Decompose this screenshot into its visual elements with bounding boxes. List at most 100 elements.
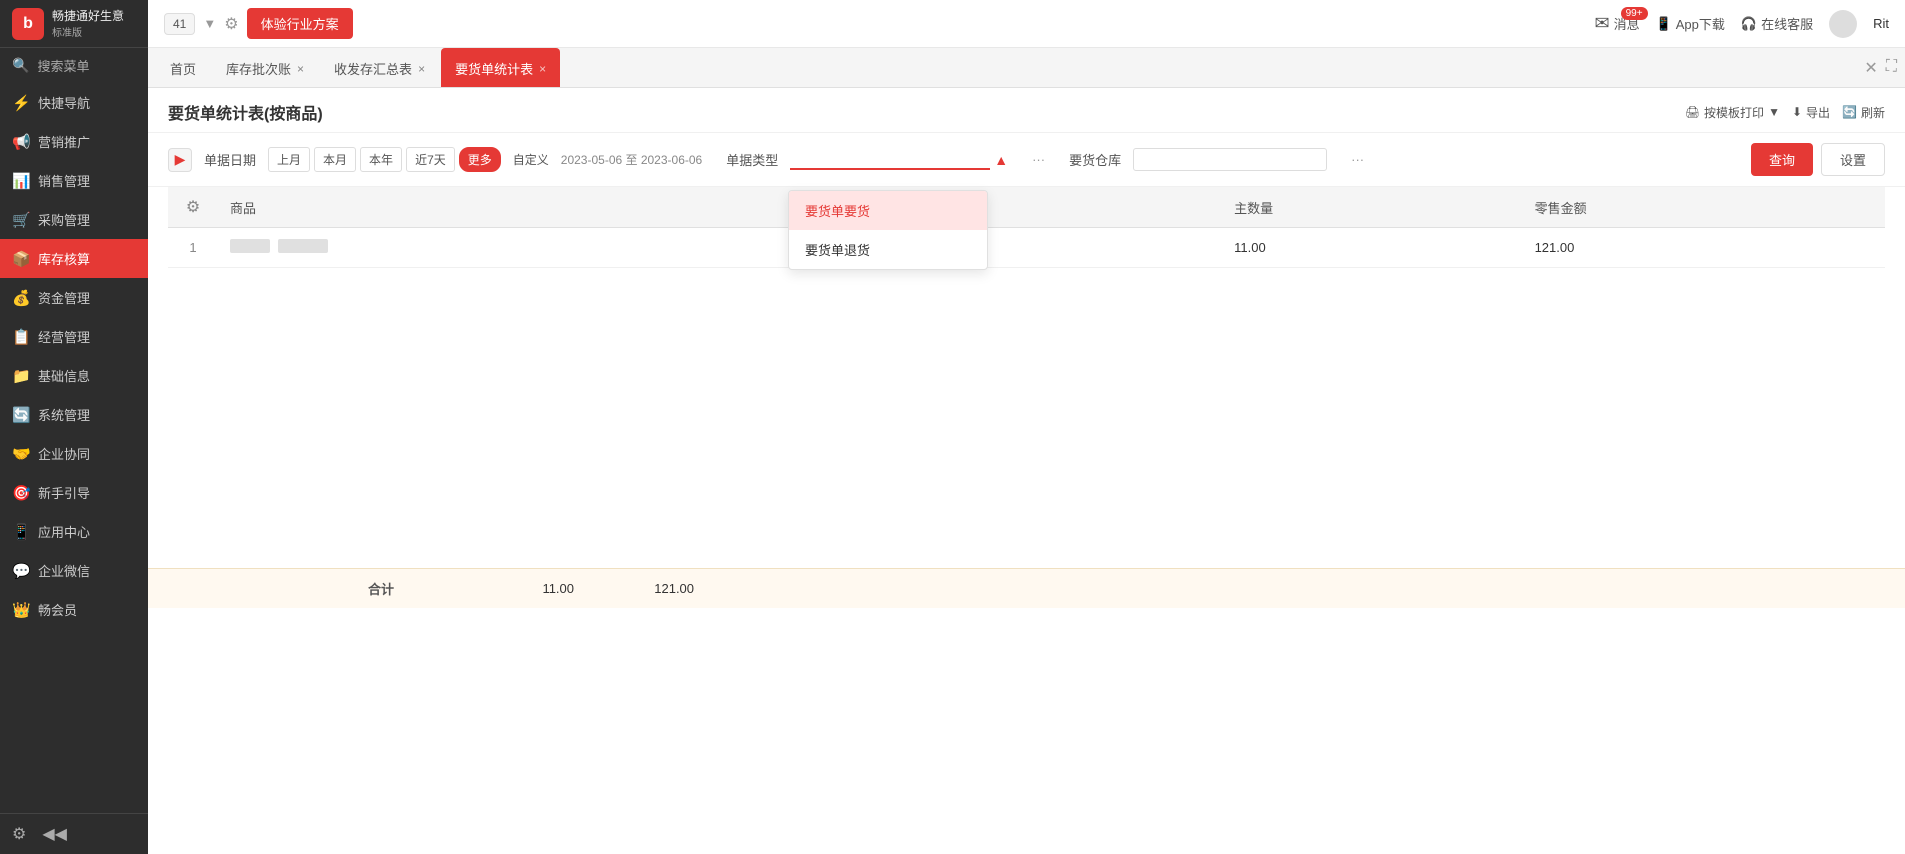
filter-actions: 查询 设置 bbox=[1751, 143, 1885, 176]
refresh-btn[interactable]: 🔄 刷新 bbox=[1842, 104, 1885, 121]
tab-batch-account[interactable]: 库存批次账 × bbox=[212, 48, 318, 87]
date-range: 2023-05-06 至 2023-06-06 bbox=[561, 151, 702, 168]
inventory-icon: 📦 bbox=[12, 250, 30, 268]
sidebar-item-label: 畅会员 bbox=[38, 600, 77, 619]
export-btn[interactable]: ⬇ 导出 bbox=[1792, 104, 1830, 121]
date-custom-btn[interactable]: 自定义 bbox=[513, 151, 549, 168]
sidebar-item-marketing[interactable]: 📢 营销推广 bbox=[0, 122, 148, 161]
sidebar-item-inventory[interactable]: 📦 库存核算 bbox=[0, 239, 148, 278]
export-icon: ⬇ bbox=[1792, 105, 1802, 119]
app-center-icon: 📱 bbox=[12, 523, 30, 541]
search-label: 搜索菜单 bbox=[37, 56, 89, 75]
row-quantity: 11.00 bbox=[1222, 228, 1522, 268]
tab-order-stats-close[interactable]: × bbox=[539, 62, 546, 76]
sidebar-item-purchase[interactable]: 🛒 采购管理 bbox=[0, 200, 148, 239]
date-label: 单据日期 bbox=[204, 150, 256, 169]
date-btn-7days[interactable]: 近7天 bbox=[406, 147, 455, 172]
query-button[interactable]: 查询 bbox=[1751, 143, 1813, 176]
print-btn[interactable]: 🖨 按模板打印 ▼ bbox=[1685, 104, 1780, 121]
type-label: 单据类型 bbox=[726, 150, 778, 169]
table-footer: 合计 11.00 121.00 bbox=[148, 568, 1905, 608]
sidebar-item-sales[interactable]: 📊 销售管理 bbox=[0, 161, 148, 200]
app-label: App下载 bbox=[1676, 14, 1725, 33]
refresh-label: 刷新 bbox=[1861, 104, 1885, 121]
service-label: 在线客服 bbox=[1761, 14, 1813, 33]
topbar-settings-icon[interactable]: ⚙ bbox=[224, 14, 238, 34]
app-icon: 📱 bbox=[1656, 16, 1672, 32]
sidebar-item-label: 新手引导 bbox=[38, 483, 90, 502]
tab-order-stats[interactable]: 要货单统计表 × bbox=[441, 48, 560, 87]
tab-receive-summary[interactable]: 收发存汇总表 × bbox=[320, 48, 439, 87]
sidebar-item-quick-nav[interactable]: ⚡ 快捷导航 bbox=[0, 83, 148, 122]
tabs-close-all-icon[interactable]: ✕ bbox=[1864, 58, 1877, 78]
basic-info-icon: 📁 bbox=[12, 367, 30, 385]
page-title: 要货单统计表(按商品) bbox=[168, 100, 323, 124]
app-download-button[interactable]: 📱 App下载 bbox=[1656, 14, 1725, 33]
date-btn-more[interactable]: 更多 bbox=[459, 147, 501, 172]
filter-more-icon[interactable]: ··· bbox=[1032, 152, 1045, 167]
sidebar-item-operations[interactable]: 📋 经营管理 bbox=[0, 317, 148, 356]
footer-label: 合计 bbox=[368, 579, 394, 598]
collapse-icon[interactable]: ◀◀ bbox=[42, 824, 67, 844]
sidebar-item-basic-info[interactable]: 📁 基础信息 bbox=[0, 356, 148, 395]
sidebar-item-label: 企业协同 bbox=[38, 444, 90, 463]
col-quantity: 主数量 bbox=[1222, 187, 1522, 228]
sidebar-item-system[interactable]: 🔄 系统管理 bbox=[0, 395, 148, 434]
tab-home-label: 首页 bbox=[170, 59, 196, 78]
tab-home[interactable]: 首页 bbox=[156, 48, 210, 87]
page-content: 要货单统计表(按商品) 🖨 按模板打印 ▼ ⬇ 导出 🔄 刷新 ▶ bbox=[148, 88, 1905, 854]
sidebar-bottom: ⚙ ◀◀ bbox=[0, 813, 148, 854]
tab-receive-summary-close[interactable]: × bbox=[418, 62, 425, 76]
dropdown-item-order-goods[interactable]: 要货单要货 bbox=[789, 191, 987, 230]
filter-toggle-btn[interactable]: ▶ bbox=[168, 148, 192, 172]
print-dropdown-icon: ▼ bbox=[1768, 105, 1780, 119]
col-settings-icon[interactable]: ⚙ bbox=[186, 199, 200, 216]
sidebar-item-label: 营销推广 bbox=[38, 132, 90, 151]
logo: b 畅捷通好生意 标准版 bbox=[0, 0, 148, 48]
type-input[interactable] bbox=[790, 149, 990, 170]
sidebar-item-label: 快捷导航 bbox=[38, 93, 90, 112]
company-dropdown-icon[interactable]: ▼ bbox=[203, 16, 216, 31]
warehouse-more-icon[interactable]: ··· bbox=[1351, 152, 1364, 167]
purchase-icon: 🛒 bbox=[12, 211, 30, 229]
company-id[interactable]: 41 bbox=[164, 13, 195, 35]
refresh-icon: 🔄 bbox=[1842, 105, 1857, 119]
date-btn-this-month[interactable]: 本月 bbox=[314, 147, 356, 172]
avatar[interactable] bbox=[1829, 10, 1857, 38]
footer-quantity: 11.00 bbox=[474, 581, 574, 596]
tab-batch-account-label: 库存批次账 bbox=[226, 59, 291, 78]
sidebar-item-guide[interactable]: 🎯 新手引导 bbox=[0, 473, 148, 512]
settings-bottom-icon[interactable]: ⚙ bbox=[12, 824, 26, 844]
app-sub: 标准版 bbox=[52, 24, 124, 39]
dropdown-item-order-return[interactable]: 要货单退货 bbox=[789, 230, 987, 269]
print-label: 按模板打印 bbox=[1704, 104, 1764, 121]
sidebar-item-member[interactable]: 👑 畅会员 bbox=[0, 590, 148, 629]
online-service-button[interactable]: 🎧 在线客服 bbox=[1741, 14, 1813, 33]
goods-placeholder-2 bbox=[278, 239, 328, 253]
sidebar-item-finance[interactable]: 💰 资金管理 bbox=[0, 278, 148, 317]
date-btn-this-year[interactable]: 本年 bbox=[360, 147, 402, 172]
tabs-expand-icon[interactable]: ⛶ bbox=[1886, 58, 1897, 78]
warehouse-input[interactable] bbox=[1133, 148, 1327, 171]
sidebar-item-enterprise[interactable]: 🤝 企业协同 bbox=[0, 434, 148, 473]
type-arrow-icon[interactable]: ▲ bbox=[994, 152, 1008, 168]
date-btn-last-month[interactable]: 上月 bbox=[268, 147, 310, 172]
sidebar-item-app-center[interactable]: 📱 应用中心 bbox=[0, 512, 148, 551]
row-goods bbox=[218, 228, 798, 268]
guide-icon: 🎯 bbox=[12, 484, 30, 502]
filter-bar: ▶ 单据日期 上月 本月 本年 近7天 更多 自定义 2023-05-06 至 … bbox=[148, 133, 1905, 187]
main-content: 41 ▼ ⚙ 体验行业方案 ✉ 消息 99+ 📱 App下载 🎧 在线客服 Ri… bbox=[148, 0, 1905, 854]
col-goods: 商品 bbox=[218, 187, 798, 228]
trial-button[interactable]: 体验行业方案 bbox=[247, 8, 353, 39]
message-button[interactable]: ✉ 消息 99+ bbox=[1594, 13, 1639, 34]
type-select: ▲ bbox=[790, 149, 1008, 170]
col-settings[interactable]: ⚙ bbox=[168, 187, 218, 228]
footer-amount: 121.00 bbox=[594, 581, 694, 596]
settings-button[interactable]: 设置 bbox=[1821, 143, 1885, 176]
sidebar-item-wechat[interactable]: 💬 企业微信 bbox=[0, 551, 148, 590]
service-icon: 🎧 bbox=[1741, 16, 1757, 32]
search-menu[interactable]: 🔍 搜索菜单 bbox=[0, 48, 148, 83]
search-icon: 🔍 bbox=[12, 57, 29, 74]
sidebar-item-label: 资金管理 bbox=[38, 288, 90, 307]
tab-batch-account-close[interactable]: × bbox=[297, 62, 304, 76]
